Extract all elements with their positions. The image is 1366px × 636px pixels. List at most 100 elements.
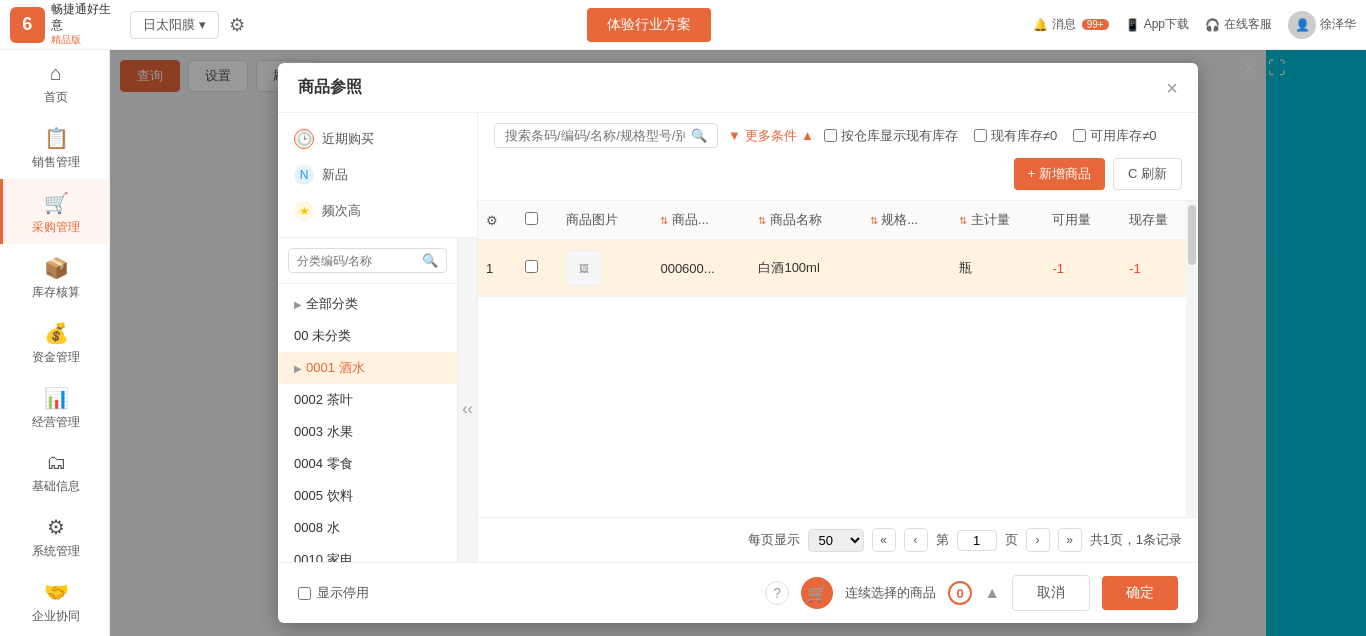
sidebar-item-home[interactable]: ⌂ 首页 [0, 50, 109, 114]
row-spec [862, 240, 952, 297]
quick-item-new[interactable]: N 新品 [278, 157, 477, 193]
modal-title: 商品参照 [298, 77, 362, 98]
product-thumbnail: 🖼 [566, 250, 602, 286]
management-icon: 📊 [44, 386, 69, 410]
cat-arrow-all: ▶ [294, 299, 302, 310]
last-page-button[interactable]: » [1058, 528, 1082, 552]
sidebar-item-sales[interactable]: 📋 销售管理 [0, 114, 109, 179]
checkbox-warehouse[interactable]: 按仓库显示现有库存 [824, 127, 958, 145]
logo-name: 畅捷通好生意 [51, 2, 120, 33]
cat-all-label: 全部分类 [306, 295, 358, 313]
search-icon: 🔍 [422, 253, 438, 268]
show-disabled-input[interactable] [298, 587, 311, 600]
cat-appliance[interactable]: 0010 家电 [278, 544, 457, 562]
confirm-button[interactable]: 确定 [1102, 576, 1178, 610]
table-row[interactable]: 1 🖼 000600... 白酒100ml [478, 240, 1198, 297]
sidebar-item-purchase[interactable]: 🛒 采购管理 [0, 179, 109, 244]
notification-badge: 99+ [1082, 19, 1109, 30]
product-table-area: ⚙ 商品图片 [478, 201, 1198, 517]
prev-page-button[interactable]: ‹ [904, 528, 928, 552]
add-product-button[interactable]: + 新增商品 [1014, 158, 1105, 190]
sidebar-item-basic[interactable]: 🗂 基础信息 [0, 439, 109, 503]
app-download-item[interactable]: 📱 App下载 [1125, 16, 1189, 33]
modal-close-button[interactable]: × [1166, 78, 1178, 98]
nav-right: 🔔 消息 99+ 📱 App下载 🎧 在线客服 👤 徐泽华 [1033, 11, 1356, 39]
checkbox-stock-nonzero[interactable]: 现有库存≠0 [974, 127, 1057, 145]
sidebar-item-management-label: 经营管理 [32, 414, 80, 431]
notification-item[interactable]: 🔔 消息 99+ [1033, 16, 1109, 33]
cat-water[interactable]: 0008 水 [278, 512, 457, 544]
sidebar-item-system[interactable]: ⚙ 系统管理 [0, 503, 109, 568]
help-icon[interactable]: ? [765, 581, 789, 605]
cat-liquor[interactable]: ▶ 0001 酒水 [278, 352, 457, 384]
collapse-button[interactable]: ‹‹ [457, 238, 477, 562]
modal-header: 商品参照 × [278, 63, 1198, 113]
top-nav: 6 畅捷通好生意 精品版 日太阳膜 ▾ ⚙ 体验行业方案 🔔 消息 99+ 📱 … [0, 0, 1366, 50]
filter-icon: ▼ [728, 128, 741, 143]
cat-tea[interactable]: 0002 茶叶 [278, 384, 457, 416]
headset-icon: 🎧 [1205, 18, 1220, 32]
online-service-item[interactable]: 🎧 在线客服 [1205, 16, 1272, 33]
checkbox-warehouse-input[interactable] [824, 129, 837, 142]
sidebar-item-home-label: 首页 [44, 89, 68, 106]
cat-all[interactable]: ▶ 全部分类 [278, 288, 457, 320]
main-layout: ⌂ 首页 📋 销售管理 🛒 采购管理 📦 库存核算 💰 资金管理 📊 经营管理 … [0, 50, 1366, 636]
row-select-checkbox[interactable] [525, 260, 538, 273]
cat-snack[interactable]: 0004 零食 [278, 448, 457, 480]
next-page-button[interactable]: › [1026, 528, 1050, 552]
logo-area: 6 畅捷通好生意 精品版 [10, 2, 120, 47]
sidebar-item-basic-label: 基础信息 [32, 478, 80, 495]
tenant-name: 日太阳膜 [143, 16, 195, 34]
row-unit: 瓶 [951, 240, 1044, 297]
collapse-cart-icon[interactable]: ▲ [984, 584, 1000, 602]
col-unit-header[interactable]: ⇅ 主计量 [951, 201, 1044, 240]
sort-code-icon: ⇅ [660, 215, 668, 226]
sidebar-item-inventory[interactable]: 📦 库存核算 [0, 244, 109, 309]
row-index: 1 [478, 240, 517, 297]
cancel-button[interactable]: 取消 [1012, 575, 1090, 611]
filter-button[interactable]: ▼ 更多条件 ▲ [728, 127, 814, 145]
col-name-header[interactable]: ⇅ 商品名称 [750, 201, 861, 240]
quick-frequent-label: 频次高 [322, 202, 361, 220]
phone-icon: 📱 [1125, 18, 1140, 32]
table-scrollbar[interactable] [1186, 201, 1198, 517]
page-number-input[interactable] [957, 530, 997, 551]
basic-icon: 🗂 [46, 451, 66, 474]
chevron-up-icon: ▲ [801, 128, 814, 143]
sidebar-item-collab[interactable]: 🤝 企业协同 [0, 568, 109, 633]
cat-fruit[interactable]: 0003 水果 [278, 416, 457, 448]
checkbox-stock-nonzero-input[interactable] [974, 129, 987, 142]
recent-icon: 🕒 [294, 129, 314, 149]
row-code: 000600... [652, 240, 750, 297]
sidebar-item-management[interactable]: 📊 经营管理 [0, 374, 109, 439]
page-size-select[interactable]: 50 100 [808, 529, 864, 552]
quick-item-recent[interactable]: 🕒 近期购买 [278, 121, 477, 157]
checkbox-available-nonzero-input[interactable] [1073, 129, 1086, 142]
settings-icon[interactable]: ⚙ [229, 14, 245, 36]
col-settings-icon[interactable]: ⚙ [486, 213, 498, 228]
checkbox-available-nonzero[interactable]: 可用库存≠0 [1073, 127, 1156, 145]
select-all-checkbox[interactable] [525, 212, 538, 225]
user-item[interactable]: 👤 徐泽华 [1288, 11, 1356, 39]
finance-icon: 💰 [44, 321, 69, 345]
sidebar-item-system-label: 系统管理 [32, 543, 80, 560]
first-page-button[interactable]: « [872, 528, 896, 552]
refresh-products-button[interactable]: C 刷新 [1113, 158, 1182, 190]
pagination-bar: 每页显示 50 100 « ‹ 第 页 › » 共 [478, 517, 1198, 562]
show-disabled-checkbox[interactable]: 显示停用 [298, 584, 369, 602]
category-search-input[interactable] [297, 254, 416, 268]
tenant-dropdown[interactable]: 日太阳膜 ▾ [130, 11, 219, 39]
cart-icon[interactable]: 🛒 [801, 577, 833, 609]
sidebar-item-finance[interactable]: 💰 资金管理 [0, 309, 109, 374]
quick-item-frequent[interactable]: ★ 频次高 [278, 193, 477, 229]
trial-button[interactable]: 体验行业方案 [587, 8, 711, 42]
notification-label: 消息 [1052, 16, 1076, 33]
cat-beverage[interactable]: 0005 饮料 [278, 480, 457, 512]
cat-unclassified[interactable]: 00 未分类 [278, 320, 457, 352]
col-spec-header[interactable]: ⇅ 规格... [862, 201, 952, 240]
app-download-label: App下载 [1144, 16, 1189, 33]
col-available-header: 可用量 [1044, 201, 1121, 240]
collab-icon: 🤝 [44, 580, 69, 604]
col-code-header[interactable]: ⇅ 商品... [652, 201, 750, 240]
product-search-input[interactable] [505, 128, 685, 143]
